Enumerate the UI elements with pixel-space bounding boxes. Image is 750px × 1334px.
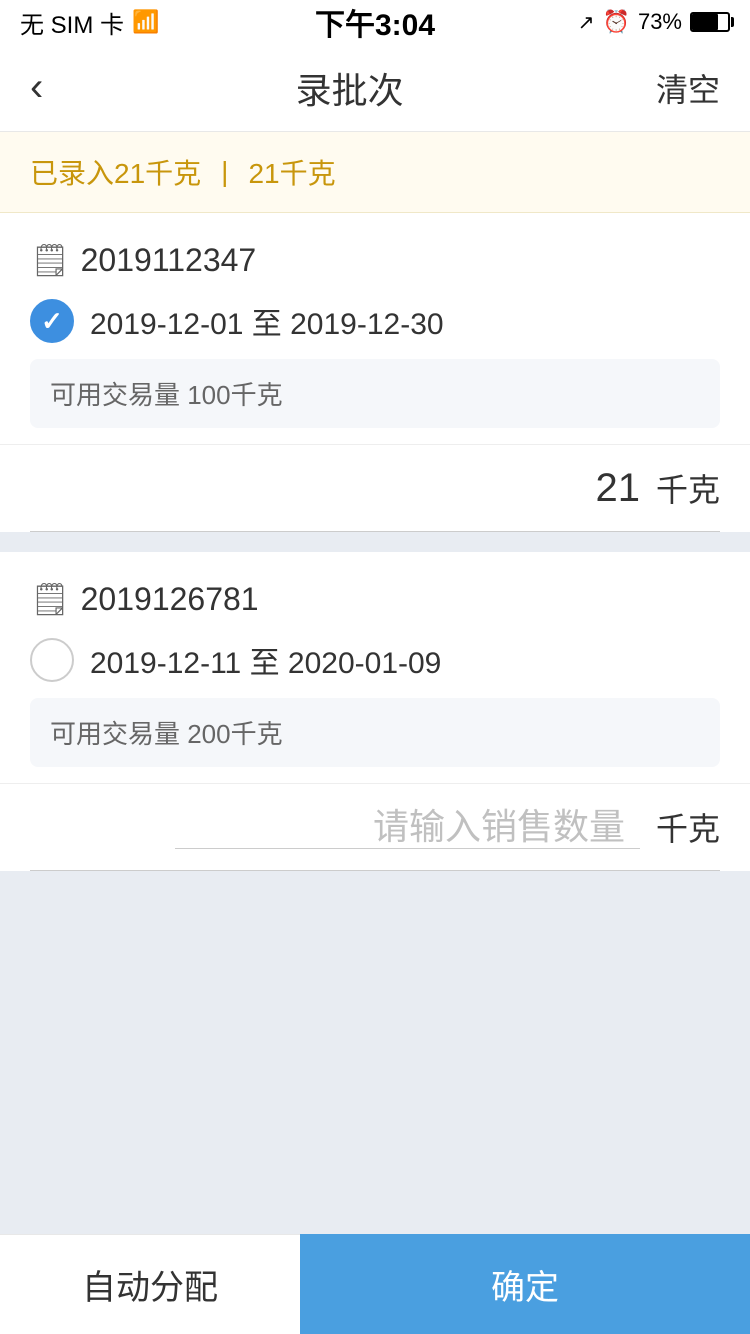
radio-button-2[interactable] [30, 638, 74, 682]
status-time: 下午3:04 [315, 0, 435, 44]
quantity-row-2: 千克 [0, 783, 750, 870]
battery-icon [690, 12, 730, 32]
batch-card-1: 🗒 2019112347 2019-12-01 至 2019-12-30 可用交… [0, 213, 750, 532]
batch-id-2: 2019126781 [81, 581, 259, 618]
total-label: 21千克 [248, 152, 335, 192]
batch-date-2: 2019-12-11 至 2020-01-09 [90, 638, 441, 682]
clear-button[interactable]: 清空 [656, 65, 720, 111]
batch-date-1: 2019-12-01 至 2019-12-30 [90, 299, 444, 343]
quantity-unit-1: 千克 [656, 465, 720, 511]
radio-button-1[interactable] [30, 299, 74, 343]
status-right: ↗ ⏰ 73% [578, 9, 730, 35]
batch-date-row-2[interactable]: 2019-12-11 至 2020-01-09 [0, 630, 750, 694]
back-button[interactable]: ‹ [30, 65, 43, 110]
batch-id-1: 2019112347 [81, 242, 257, 279]
bottom-buttons: 自动分配 确定 [0, 1234, 750, 1334]
batch-header-2: 🗒 2019126781 [0, 552, 750, 630]
batch-header-1: 🗒 2019112347 [0, 213, 750, 291]
summary-divider: | [221, 156, 228, 188]
status-left: 无 SIM 卡 📶 [20, 5, 159, 40]
batch-icon-1: 🗒 [30, 241, 71, 279]
summary-bar: 已录入21千克 | 21千克 [0, 132, 750, 213]
location-icon: ↗ [578, 10, 595, 35]
batch-icon-2: 🗒 [30, 580, 71, 618]
quantity-unit-2: 千克 [656, 804, 720, 850]
quantity-input-area: 千克 [175, 804, 720, 850]
page-title: 录批次 [296, 62, 404, 114]
confirm-button[interactable]: 确定 [300, 1234, 750, 1334]
section-separator [0, 532, 750, 552]
batch-available-2: 可用交易量 200千克 [30, 698, 720, 767]
auto-distribute-button[interactable]: 自动分配 [0, 1234, 300, 1334]
quantity-input-2[interactable] [175, 806, 640, 849]
status-bar: 无 SIM 卡 📶 下午3:04 ↗ ⏰ 73% [0, 0, 750, 44]
quantity-value-1: 21 [595, 466, 640, 511]
nav-bar: ‹ 录批次 清空 [0, 44, 750, 132]
quantity-row-1: 21 千克 [0, 444, 750, 531]
no-sim-label: 无 SIM 卡 [20, 5, 124, 40]
batch-date-row-1[interactable]: 2019-12-01 至 2019-12-30 [0, 291, 750, 355]
batch-available-1: 可用交易量 100千克 [30, 359, 720, 428]
wifi-icon: 📶 [132, 9, 159, 35]
recorded-label: 已录入21千克 [30, 152, 201, 192]
alarm-icon: ⏰ [603, 9, 630, 35]
bottom-area [0, 871, 750, 1291]
battery-percent: 73% [638, 9, 682, 35]
batch-card-2: 🗒 2019126781 2019-12-11 至 2020-01-09 可用交… [0, 552, 750, 871]
